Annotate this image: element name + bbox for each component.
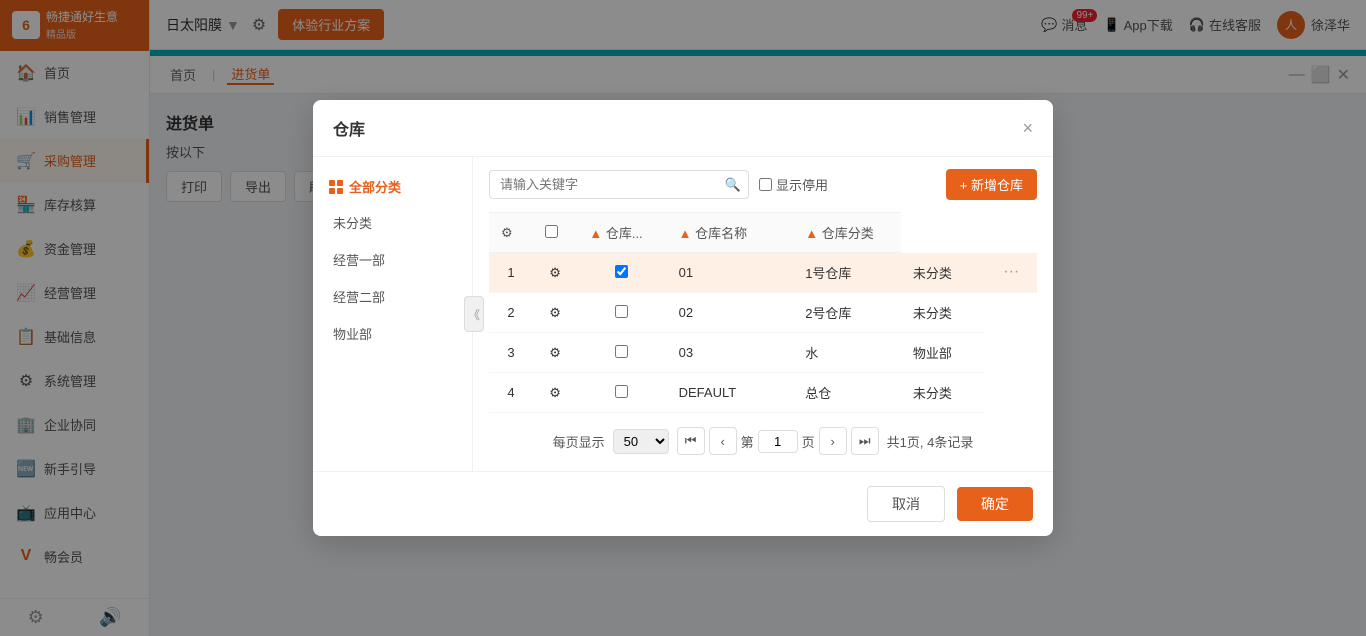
row-checkbox[interactable] [615,345,628,358]
row-number: 1 [489,253,533,293]
col-header-name: ▲ 仓库名称 [667,213,794,253]
modal-body: 全部分类 未分类 经营一部 经营二部 物业部 《 🔍 [313,157,1053,471]
row-checkbox-cell [577,373,666,413]
row-settings-icon[interactable]: ⚙ [533,373,577,413]
table-area: 🔍 显示停用 + 新增仓库 ⚙ [473,157,1053,471]
category-header: 全部分类 [313,169,472,204]
search-input-wrap: 🔍 [489,170,749,199]
col-header-category: ▲ 仓库分类 [793,213,901,253]
row-code: 03 [667,333,794,373]
page-nav-buttons: ⏮ ‹ 第 页 › ⏭ [677,427,879,455]
table-row[interactable]: 3 ⚙ 03 水 物业部 [489,333,1037,373]
warehouse-modal: 仓库 × 全部分类 未分类 经营一部 经营二部 物业部 《 [313,100,1053,536]
row-checkbox[interactable] [615,305,628,318]
row-code: DEFAULT [667,373,794,413]
row-checkbox-cell [577,253,666,293]
last-page-button[interactable]: ⏭ [851,427,879,455]
page-total: 共1页, 4条记录 [887,432,974,451]
add-warehouse-button[interactable]: + 新增仓库 [946,169,1037,200]
row-checkbox[interactable] [615,385,628,398]
search-icon[interactable]: 🔍 [725,177,741,193]
show-disabled-checkbox[interactable]: 显示停用 [759,175,828,194]
category-item-property[interactable]: 物业部 [313,315,472,352]
table-head: ⚙ ▲ 仓库... ▲ 仓库名称 [489,213,1037,253]
table-row[interactable]: 1 ⚙ 01 1号仓库 未分类 ··· [489,253,1037,293]
page-number-input[interactable] [758,430,798,453]
row-number: 3 [489,333,533,373]
row-checkbox-cell [577,333,666,373]
row-name: 总仓 [793,373,901,413]
table-toolbar: 🔍 显示停用 + 新增仓库 [489,169,1037,200]
row-checkbox-cell [577,293,666,333]
col-header-settings: ⚙ [489,213,533,253]
table-container: ⚙ ▲ 仓库... ▲ 仓库名称 [489,212,1037,413]
row-category: 未分类 [901,293,986,333]
category-item-operations2[interactable]: 经营二部 [313,278,472,315]
category-header-label: 全部分类 [349,177,401,196]
show-disabled-label: 显示停用 [776,175,828,194]
category-item-uncategorized[interactable]: 未分类 [313,204,472,241]
row-category: 物业部 [901,333,986,373]
row-checkbox[interactable] [615,265,628,278]
page-label: 第 [741,432,754,451]
confirm-button[interactable]: 确定 [957,487,1033,521]
row-number: 4 [489,373,533,413]
pagination: 每页显示 50 100 ⏮ ‹ 第 页 › ⏭ 共1页, 4条记录 [489,413,1037,459]
row-name: 2号仓库 [793,293,901,333]
modal-header: 仓库 × [313,100,1053,157]
prev-page-button[interactable]: ‹ [709,427,737,455]
category-collapse-button[interactable]: 《 [464,296,484,332]
row-number: 2 [489,293,533,333]
first-page-button[interactable]: ⏮ [677,427,705,455]
modal-title: 仓库 [333,116,365,140]
row-name: 1号仓库 [793,253,901,293]
row-name: 水 [793,333,901,373]
modal-overlay: 仓库 × 全部分类 未分类 经营一部 经营二部 物业部 《 [0,0,1366,636]
grid-icon [329,180,343,194]
per-page-select[interactable]: 50 100 [613,429,669,454]
row-category: 未分类 [901,373,986,413]
settings-header-icon: ⚙ [501,225,513,240]
modal-footer: 取消 确定 [313,471,1053,536]
row-settings-icon[interactable]: ⚙ [533,293,577,333]
table-row[interactable]: 2 ⚙ 02 2号仓库 未分类 [489,293,1037,333]
row-settings-icon[interactable]: ⚙ [533,333,577,373]
col-header-check [533,213,577,253]
modal-close-button[interactable]: × [1022,119,1033,137]
more-options-icon[interactable]: ··· [1003,263,1019,280]
per-page-label: 每页显示 [553,432,605,451]
row-action[interactable]: ··· [985,253,1037,293]
show-disabled-input[interactable] [759,178,772,191]
category-sidebar: 全部分类 未分类 经营一部 经营二部 物业部 《 [313,157,473,471]
table-row[interactable]: 4 ⚙ DEFAULT 总仓 未分类 [489,373,1037,413]
row-settings-icon[interactable]: ⚙ [533,253,577,293]
next-page-button[interactable]: › [819,427,847,455]
col-header-code: ▲ 仓库... [577,213,666,253]
cancel-button[interactable]: 取消 [867,486,945,522]
category-item-operations1[interactable]: 经营一部 [313,241,472,278]
search-input[interactable] [489,170,749,199]
select-all-checkbox[interactable] [545,225,558,238]
row-code: 02 [667,293,794,333]
table-body: 1 ⚙ 01 1号仓库 未分类 ···2 ⚙ 02 2号仓库 未分类 3 ⚙ 0… [489,253,1037,413]
page-unit: 页 [802,432,815,451]
row-code: 01 [667,253,794,293]
warehouse-table: ⚙ ▲ 仓库... ▲ 仓库名称 [489,212,1037,413]
row-category: 未分类 [901,253,986,293]
table-header-row: ⚙ ▲ 仓库... ▲ 仓库名称 [489,213,1037,253]
